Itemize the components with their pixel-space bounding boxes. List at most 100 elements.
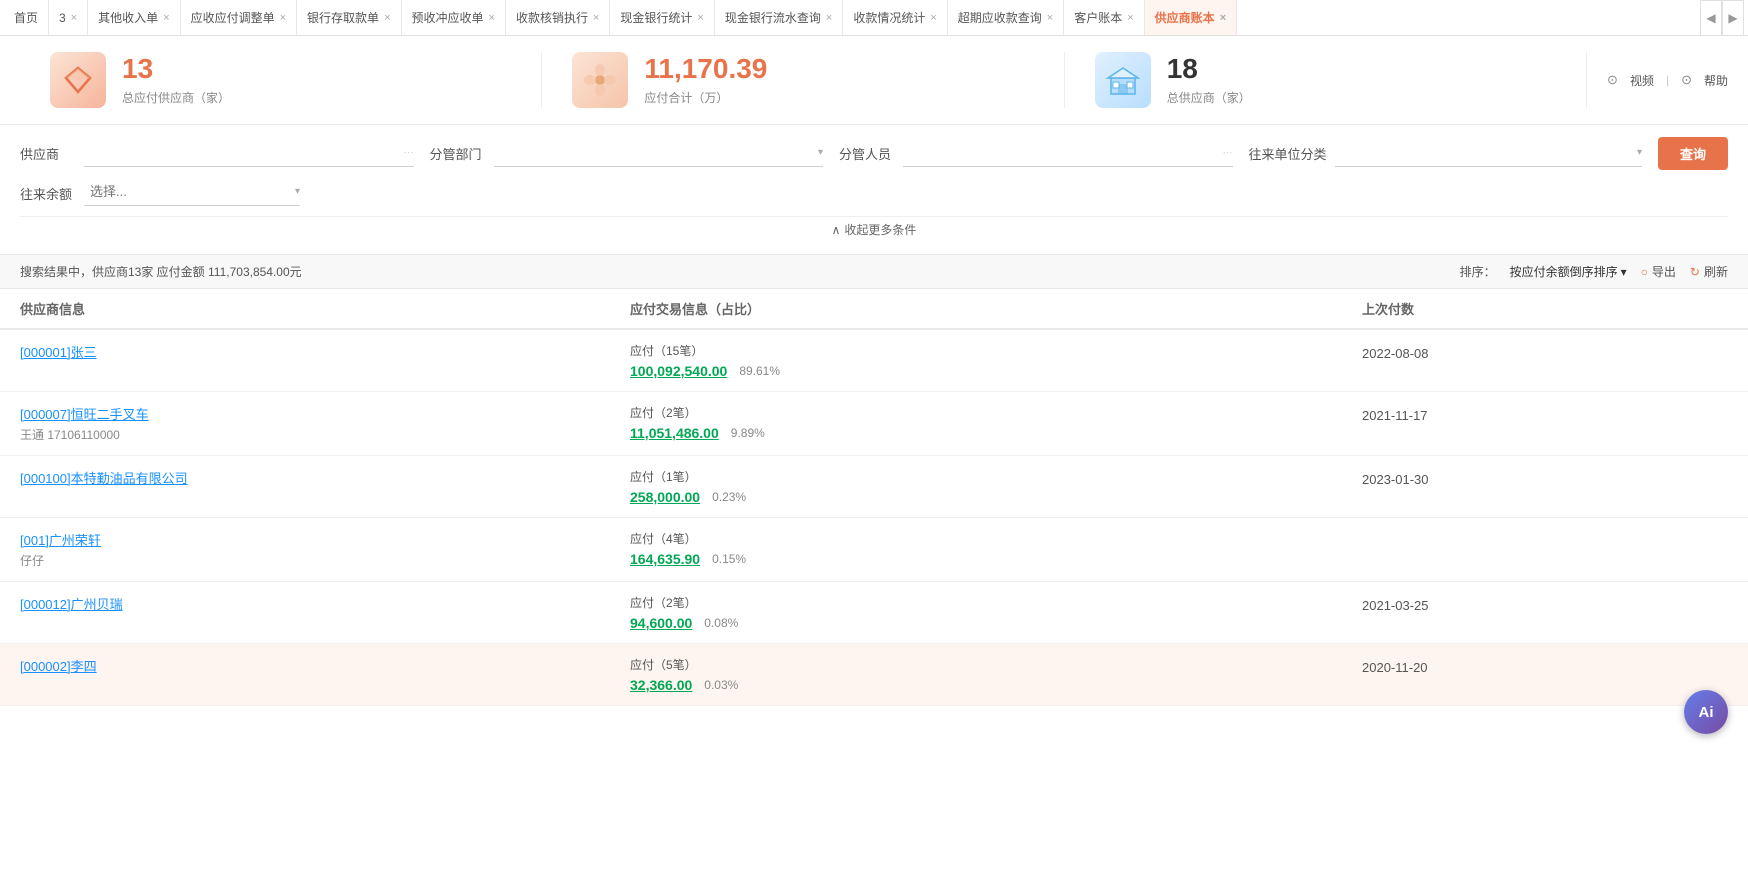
- nav-tab-other-income-label: 其他收入单: [98, 9, 158, 26]
- flower-icon: [572, 52, 628, 108]
- table-row[interactable]: [000001]张三 应付（15笔） 100,092,540.00 89.61%…: [0, 330, 1748, 392]
- nav-tab-other-income-close[interactable]: ×: [163, 12, 169, 24]
- trans-row3: 258,000.00 0.23%: [630, 489, 1362, 505]
- help-link[interactable]: 帮助: [1704, 72, 1728, 89]
- table-row[interactable]: [000002]李四 应付（5笔） 32,366.00 0.03% 2020-1…: [0, 644, 1748, 706]
- supplier-link-row6[interactable]: [000002]李四: [20, 656, 630, 675]
- nav-tab-collection-verify-close[interactable]: ×: [593, 12, 599, 24]
- total-payable-suppliers-number: 13: [122, 54, 230, 85]
- nav-tab-bank-deposit-close[interactable]: ×: [384, 12, 390, 24]
- trans-amount-row4[interactable]: 164,635.90: [630, 551, 700, 567]
- nav-arrow-right[interactable]: ▶: [1722, 0, 1744, 36]
- category-arrow-icon[interactable]: ▾: [1637, 147, 1642, 158]
- trans-amount-row6[interactable]: 32,366.00: [630, 677, 692, 693]
- supplier-code-row1: [000001]: [20, 345, 71, 360]
- last-payment-row2: 2021-11-17: [1362, 404, 1728, 423]
- filter-category: 往来单位分类 ▾: [1249, 141, 1643, 167]
- nav-tab-bank-deposit[interactable]: 银行存取款单 ×: [297, 0, 401, 36]
- nav-tab-advance-write-off-label: 预收冲应收单: [412, 9, 484, 26]
- summary-card-total-suppliers: 18 总供应商（家）: [1065, 52, 1587, 108]
- person-ellipsis-icon[interactable]: ···: [1223, 147, 1233, 158]
- nav-tab-cash-bank-stats-close[interactable]: ×: [697, 12, 703, 24]
- nav-tab-overdue-query-close[interactable]: ×: [1047, 12, 1053, 24]
- category-input[interactable]: [1335, 141, 1637, 164]
- nav-tab-customer-account[interactable]: 客户账本 ×: [1064, 0, 1144, 36]
- person-input[interactable]: [903, 141, 1223, 164]
- top-navigation: 首页 3 × 其他收入单 × 应收应付调整单 × 银行存取款单 × 预收冲应收单…: [0, 0, 1748, 36]
- link-divider: |: [1666, 73, 1669, 87]
- supplier-code-row6: [000002]: [20, 659, 71, 674]
- refresh-icon: ↻: [1690, 265, 1700, 279]
- nav-tab-ap-adjust-label: 应收应付调整单: [191, 9, 275, 26]
- last-payment-row1: 2022-08-08: [1362, 342, 1728, 361]
- video-link[interactable]: 视频: [1630, 72, 1654, 89]
- nav-tab-other-income[interactable]: 其他收入单 ×: [88, 0, 180, 36]
- supplier-info-row2: [000007]恒旺二手叉车 王通 17106110000: [20, 404, 630, 443]
- nav-tab-ap-adjust[interactable]: 应收应付调整单 ×: [181, 0, 297, 36]
- summary-card-payable: 11,170.39 应付合计（万）: [542, 52, 1064, 108]
- nav-tab-supplier-account-close[interactable]: ×: [1220, 12, 1226, 24]
- supplier-name-row4: 广州荣轩: [49, 533, 101, 548]
- trans-amount-row5[interactable]: 94,600.00: [630, 615, 692, 631]
- supplier-link-row3[interactable]: [000100]本特勤油品有限公司: [20, 468, 630, 487]
- nav-tab-collection-verify[interactable]: 收款核销执行 ×: [506, 0, 610, 36]
- table-row[interactable]: [000100]本特勤油品有限公司 应付（1笔） 258,000.00 0.23…: [0, 456, 1748, 518]
- nav-tab-cash-bank-stats[interactable]: 现金银行统计 ×: [610, 0, 714, 36]
- table-row[interactable]: [000007]恒旺二手叉车 王通 17106110000 应付（2笔） 11,…: [0, 392, 1748, 456]
- trans-amount-row2[interactable]: 11,051,486.00: [630, 425, 719, 441]
- sort-arrow-icon: ▾: [1621, 265, 1627, 279]
- nav-arrow-left[interactable]: ◀: [1700, 0, 1722, 36]
- table-row[interactable]: [000012]广州贝瑞 应付（2笔） 94,600.00 0.08% 2021…: [0, 582, 1748, 644]
- filter-balance: 往来余额 ▾: [20, 180, 300, 206]
- supplier-code-row5: [000012]: [20, 597, 71, 612]
- dept-input[interactable]: [494, 141, 818, 164]
- summary-card-suppliers: 13 总应付供应商（家）: [20, 52, 542, 108]
- nav-tab-cash-bank-flow[interactable]: 现金银行流水查询 ×: [715, 0, 843, 36]
- refresh-button[interactable]: ↻ 刷新: [1690, 263, 1728, 280]
- nav-tab-home[interactable]: 首页: [4, 0, 49, 36]
- supplier-link-row1[interactable]: [000001]张三: [20, 342, 630, 361]
- supplier-link-row5[interactable]: [000012]广州贝瑞: [20, 594, 630, 613]
- nav-tab-cash-bank-flow-close[interactable]: ×: [826, 12, 832, 24]
- nav-tab-cash-bank-flow-label: 现金银行流水查询: [725, 9, 821, 26]
- trans-row5: 94,600.00 0.08%: [630, 615, 1362, 631]
- supplier-code-row2: [000007]: [20, 407, 71, 422]
- ai-button[interactable]: Ai: [1684, 690, 1728, 734]
- total-suppliers-label: 总供应商（家）: [1167, 89, 1251, 106]
- nav-tab-ap-adjust-close[interactable]: ×: [280, 12, 286, 24]
- supplier-info-row3: [000100]本特勤油品有限公司: [20, 468, 630, 487]
- store-icon: [1095, 52, 1151, 108]
- export-button[interactable]: ○ 导出: [1641, 263, 1676, 280]
- query-button[interactable]: 查询: [1658, 137, 1728, 170]
- collapse-arrow-icon: ∧: [832, 223, 841, 237]
- supplier-link-row4[interactable]: [001]广州荣轩: [20, 530, 630, 549]
- supplier-ellipsis-icon[interactable]: ···: [404, 147, 414, 158]
- col-header-supplier: 供应商信息: [20, 299, 630, 318]
- balance-filter-label: 往来余额: [20, 184, 76, 203]
- nav-tab-3[interactable]: 3 ×: [49, 0, 88, 36]
- balance-arrow-icon[interactable]: ▾: [295, 186, 300, 197]
- collapse-filter-button[interactable]: ∧ 收起更多条件: [20, 216, 1728, 242]
- nav-tab-advance-write-off[interactable]: 预收冲应收单 ×: [402, 0, 506, 36]
- trans-label-row3: 应付（1笔）: [630, 468, 1362, 485]
- trans-label-row4: 应付（4笔）: [630, 530, 1362, 547]
- total-suppliers-number: 18: [1167, 54, 1251, 85]
- supplier-name-row2: 恒旺二手叉车: [71, 407, 149, 422]
- trans-label-row2: 应付（2笔）: [630, 404, 1362, 421]
- nav-tab-collection-stats[interactable]: 收款情况统计 ×: [843, 0, 947, 36]
- supplier-link-row2[interactable]: [000007]恒旺二手叉车: [20, 404, 630, 423]
- nav-tab-3-close[interactable]: ×: [71, 12, 77, 24]
- nav-tab-collection-stats-close[interactable]: ×: [930, 12, 936, 24]
- table-row[interactable]: [001]广州荣轩 仔仔 应付（4笔） 164,635.90 0.15%: [0, 518, 1748, 582]
- nav-tab-advance-write-off-close[interactable]: ×: [489, 12, 495, 24]
- sort-select[interactable]: 按应付余额倒序排序 ▾: [1510, 263, 1627, 280]
- nav-tab-supplier-account[interactable]: 供应商账本 ×: [1145, 0, 1237, 36]
- supplier-input[interactable]: [84, 141, 404, 164]
- balance-input[interactable]: [84, 180, 295, 203]
- trans-amount-row3[interactable]: 258,000.00: [630, 489, 700, 505]
- nav-tab-3-label: 3: [59, 11, 66, 25]
- nav-tab-overdue-query[interactable]: 超期应收款查询 ×: [948, 0, 1064, 36]
- nav-tab-customer-account-close[interactable]: ×: [1127, 12, 1133, 24]
- trans-amount-row1[interactable]: 100,092,540.00: [630, 363, 727, 379]
- dept-arrow-icon[interactable]: ▾: [818, 147, 823, 158]
